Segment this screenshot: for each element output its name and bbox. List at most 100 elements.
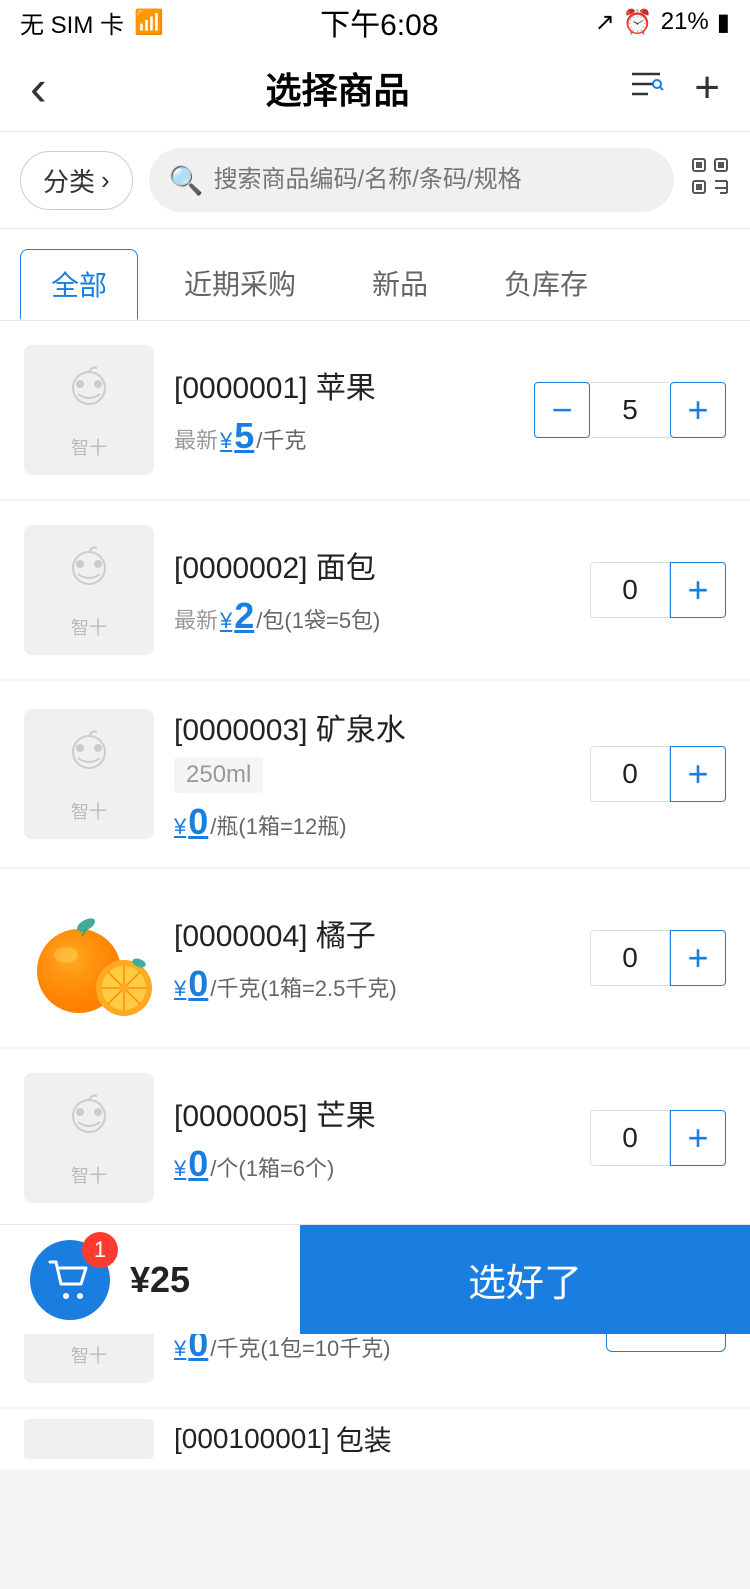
nav-actions: + [628, 63, 720, 113]
quantity-control: 0 + [590, 1110, 726, 1166]
decrease-button[interactable]: − [534, 382, 590, 438]
orange-illustration [24, 893, 154, 1023]
cart-section: 1 ¥25 [0, 1240, 300, 1320]
product-price: ¥ 0 /个(1箱=6个) [174, 1143, 570, 1185]
price-unit: /千克(1箱=2.5千克) [210, 971, 396, 1003]
status-bar: 无 SIM 卡 📶 下午6:08 ↗ ⏰ 21% ▮ [0, 0, 750, 44]
price-currency: ¥ [174, 976, 186, 1002]
product-item-partial: [000100001] 包装 [0, 1409, 750, 1469]
product-item: 智十 [0000005] 芒果 ¥ 0 /个(1箱=6个) 0 + [0, 1049, 750, 1227]
product-price: ¥ 0 /瓶(1箱=12瓶) [174, 801, 570, 843]
product-price: 最新 ¥ 5 /千克 [174, 415, 514, 457]
add-button[interactable]: + [694, 63, 720, 113]
nav-bar: ‹ 选择商品 + [0, 44, 750, 132]
product-image: 智十 [24, 709, 154, 839]
category-button[interactable]: 分类 › [20, 151, 133, 210]
product-details: [0000001] 苹果 最新 ¥ 5 /千克 [174, 363, 514, 457]
placeholder-image: 智十 [24, 345, 154, 475]
product-details: [0000005] 芒果 ¥ 0 /个(1箱=6个) [174, 1091, 570, 1185]
quantity-input[interactable] [590, 382, 670, 438]
tab-all[interactable]: 全部 [20, 249, 138, 320]
tab-negative[interactable]: 负库存 [474, 249, 618, 320]
filter-button[interactable] [628, 66, 664, 110]
product-price: 最新 ¥ 2 /包(1袋=5包) [174, 595, 570, 637]
price-unit: /千克 [256, 423, 306, 455]
price-unit: /瓶(1箱=12瓶) [210, 809, 346, 841]
increase-button[interactable]: + [670, 746, 726, 802]
filter-search-bar: 分类 › 🔍 [0, 132, 750, 229]
product-spec: 250ml [174, 757, 263, 793]
price-value: 2 [234, 595, 254, 637]
price-currency: ¥ [174, 1336, 186, 1362]
back-button[interactable]: ‹ [30, 59, 47, 117]
tab-recent[interactable]: 近期采购 [154, 249, 326, 320]
product-details: [0000004] 橘子 ¥ 0 /千克(1箱=2.5千克) [174, 911, 570, 1005]
confirm-button[interactable]: 选好了 [300, 1225, 750, 1334]
status-right: ↗ ⏰ 21% ▮ [595, 8, 730, 37]
search-input[interactable] [214, 166, 654, 194]
quantity-display: 0 [590, 562, 670, 618]
product-item: 智十 [0000001] 苹果 最新 ¥ 5 /千克 − + [0, 321, 750, 499]
product-name: [0000002] 面包 [174, 543, 570, 587]
placeholder-image: 智十 [24, 1073, 154, 1203]
product-image: 智十 [24, 1073, 154, 1203]
price-label: 最新 [174, 423, 218, 455]
location-icon: ↗ [595, 8, 615, 37]
price-currency: ¥ [174, 814, 186, 840]
product-details: [0000003] 矿泉水 250ml ¥ 0 /瓶(1箱=12瓶) [174, 705, 570, 843]
search-icon: 🔍 [169, 164, 204, 197]
battery-text: 21% [661, 8, 709, 36]
placeholder-image: 智十 [24, 709, 154, 839]
product-price: ¥ 0 /千克(1箱=2.5千克) [174, 963, 570, 1005]
category-arrow-icon: › [101, 165, 110, 196]
price-value: 0 [188, 801, 208, 843]
scan-button[interactable] [690, 156, 730, 205]
cart-total: ¥25 [130, 1259, 190, 1301]
tab-bar: 全部 近期采购 新品 负库存 [0, 229, 750, 321]
bottom-bar: 1 ¥25 选好了 [0, 1224, 750, 1334]
status-left: 无 SIM 卡 📶 [20, 5, 164, 40]
search-box[interactable]: 🔍 [149, 148, 674, 212]
product-details: [0000002] 面包 最新 ¥ 2 /包(1袋=5包) [174, 543, 570, 637]
quantity-control: 0 + [590, 562, 726, 618]
partial-product-id: [000100001] [174, 1423, 330, 1455]
cart-badge: 1 [82, 1232, 118, 1268]
product-name: [0000003] 矿泉水 [174, 705, 570, 749]
price-value: 0 [188, 963, 208, 1005]
product-name: [0000001] 苹果 [174, 363, 514, 407]
partial-product-name: 包装 [336, 1419, 392, 1459]
increase-button[interactable]: + [670, 930, 726, 986]
product-name: [0000005] 芒果 [174, 1091, 570, 1135]
cart-button[interactable]: 1 [30, 1240, 110, 1320]
page-title: 选择商品 [265, 62, 409, 114]
category-label: 分类 [43, 162, 95, 199]
price-unit: /个(1箱=6个) [210, 1151, 334, 1183]
increase-button[interactable]: + [670, 1110, 726, 1166]
tab-new[interactable]: 新品 [342, 249, 458, 320]
product-item: [0000004] 橘子 ¥ 0 /千克(1箱=2.5千克) 0 + [0, 869, 750, 1047]
product-name: [0000004] 橘子 [174, 911, 570, 955]
product-item: 智十 [0000003] 矿泉水 250ml ¥ 0 /瓶(1箱=12瓶) 0 … [0, 681, 750, 867]
wifi-icon: 📶 [134, 8, 164, 37]
increase-button[interactable]: + [670, 562, 726, 618]
price-currency: ¥ [174, 1156, 186, 1182]
product-list: 智十 [0000001] 苹果 最新 ¥ 5 /千克 − + [0, 321, 750, 1589]
product-image: 智十 [24, 345, 154, 475]
price-unit: /包(1袋=5包) [256, 603, 380, 635]
quantity-control: − + [534, 382, 726, 438]
carrier-text: 无 SIM 卡 [20, 5, 124, 40]
product-item: 智十 [0000002] 面包 最新 ¥ 2 /包(1袋=5包) 0 + [0, 501, 750, 679]
quantity-control: 0 + [590, 746, 726, 802]
quantity-display: 0 [590, 746, 670, 802]
increase-button[interactable]: + [670, 382, 726, 438]
price-value: 0 [188, 1143, 208, 1185]
alarm-icon: ⏰ [623, 8, 653, 37]
product-image: 智十 [24, 525, 154, 655]
price-currency: ¥ [220, 428, 232, 454]
quantity-display: 0 [590, 1110, 670, 1166]
cart-icon [48, 1260, 92, 1300]
price-currency: ¥ [220, 608, 232, 634]
placeholder-image: 智十 [24, 525, 154, 655]
quantity-control: 0 + [590, 930, 726, 986]
price-value: 5 [234, 415, 254, 457]
